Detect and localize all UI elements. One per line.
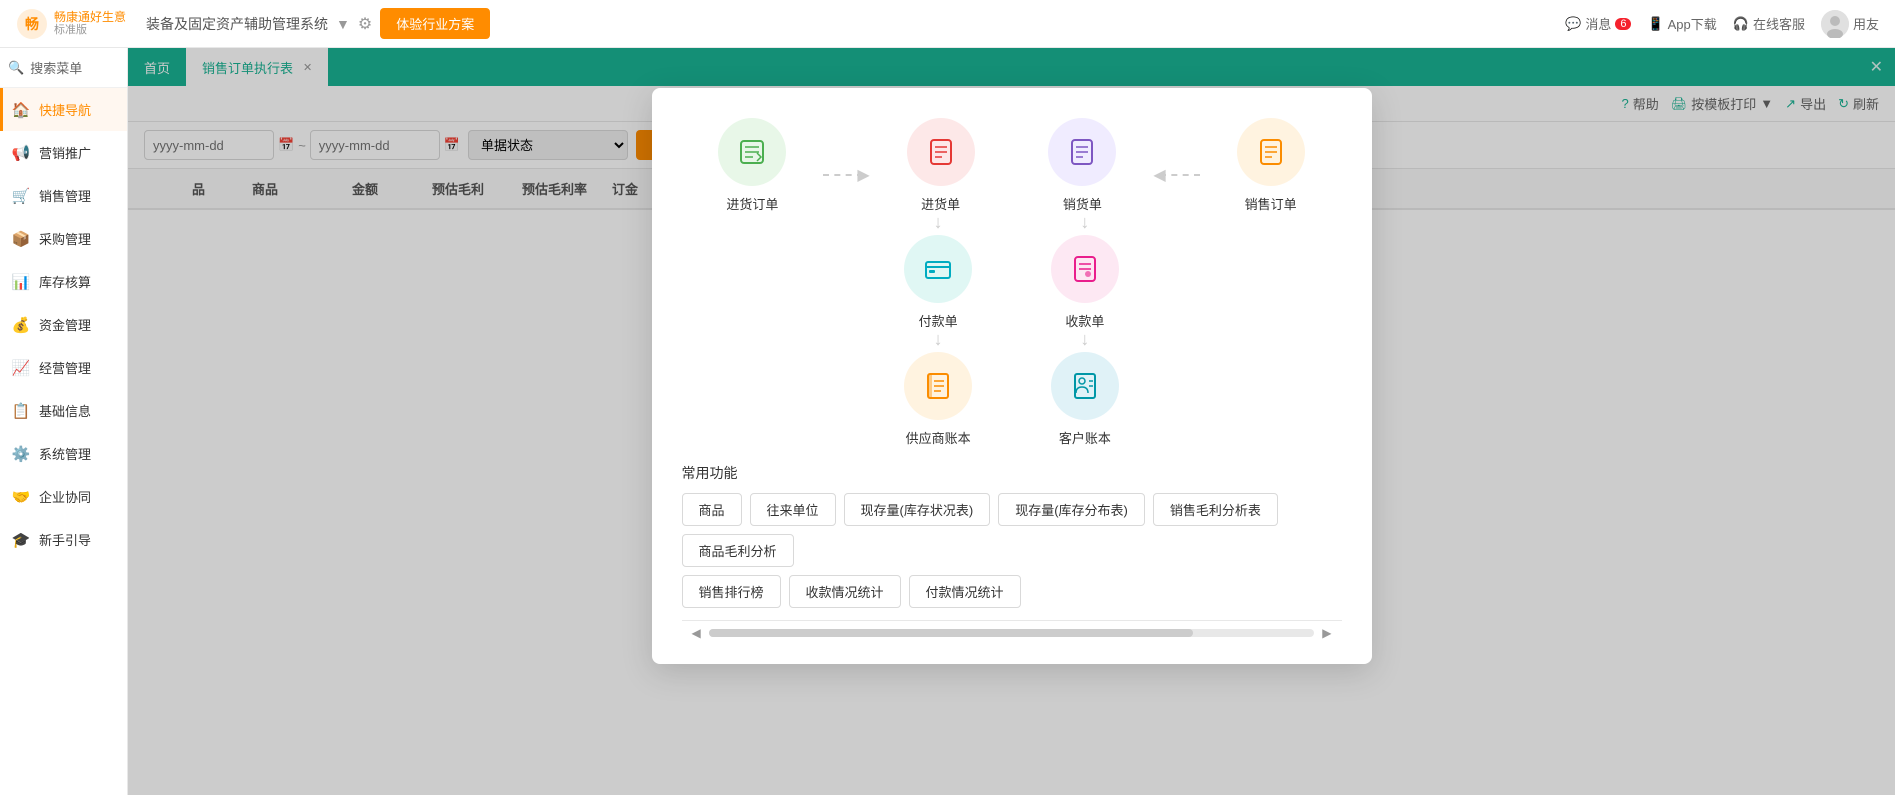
sidebar-item-system[interactable]: ⚙️ 系统管理 [0,432,127,475]
purchase-order-circle[interactable] [718,118,786,186]
search-icon: 🔍 [8,60,24,76]
app-download-btn[interactable]: 📱 App下载 [1647,14,1716,33]
func-btn-stock-status[interactable]: 现存量(库存状况表) [844,493,991,526]
sidebar: 🔍 搜索菜单 🏠 快捷导航 📢 营销推广 🛒 销售管理 📦 采购管理 📊 [0,48,128,795]
message-badge: 6 [1615,18,1631,30]
sidebar-item-inventory[interactable]: 📊 库存核算 [0,260,127,303]
sales-icon: 🛒 [11,187,31,205]
flow-overlay: 进货订单 ▶ 进货单 [128,48,1895,795]
purchase-bill-label: 进货单 [921,194,960,213]
sales-bill-label: 销货单 [1063,194,1102,213]
collab-icon: 🤝 [11,488,31,506]
app-icon: 📱 [1647,16,1663,32]
sidebar-item-collab[interactable]: 🤝 企业协同 [0,475,127,518]
app-wrapper: 畅 畅康通好生意 标准版 装备及固定资产辅助管理系统 ▼ ⚙ 体验行业方案 💬 … [0,0,1895,795]
function-buttons-grid2: 销售排行榜 收款情况统计 付款情况统计 [682,575,1342,608]
operation-icon: 📈 [11,359,31,377]
base-info-icon: 📋 [11,402,31,420]
receipt-bill-circle[interactable] [1051,235,1119,303]
func-btn-sales-rank[interactable]: 销售排行榜 [682,575,781,608]
sidebar-item-marketing[interactable]: 📢 营销推广 [0,131,127,174]
settings-gear-icon[interactable]: ⚙ [358,14,372,34]
dropdown-arrow-icon[interactable]: ▼ [336,16,350,32]
payment-bill-circle[interactable] [904,235,972,303]
message-btn[interactable]: 💬 消息 6 [1565,14,1631,33]
message-icon: 💬 [1565,16,1581,32]
scroll-left-btn[interactable]: ◀ [692,626,701,640]
content-area: 首页 销售订单执行表 ✕ ✕ ? 帮助 🖨 按模板打印 ▼ [128,48,1895,795]
function-buttons-grid: 商品 往来单位 现存量(库存状况表) 现存量(库存分布表) 销售毛利分析表 商品… [682,493,1342,567]
service-icon: 🎧 [1733,16,1749,32]
sidebar-item-operation[interactable]: 📈 经营管理 [0,346,127,389]
sidebar-item-guide[interactable]: 🎓 新手引导 [0,518,127,561]
func-btn-product[interactable]: 商品 [682,493,742,526]
purchase-order-label: 进货订单 [726,194,778,213]
func-btn-recv-stat[interactable]: 收款情况统计 [789,575,901,608]
home-icon: 🏠 [11,101,31,119]
scroll-indicator: ◀ ▶ [682,620,1342,644]
system-name: 装备及固定资产辅助管理系统 [146,14,328,34]
top-right: 💬 消息 6 📱 App下载 🎧 在线客服 用友 [1565,10,1879,38]
top-bar: 畅 畅康通好生意 标准版 装备及固定资产辅助管理系统 ▼ ⚙ 体验行业方案 💬 … [0,0,1895,48]
avatar [1821,10,1849,38]
common-functions-section: 常用功能 商品 往来单位 现存量(库存状况表) 现存量(库存分布表) 销售毛利分… [682,463,1342,608]
sidebar-item-sales[interactable]: 🛒 销售管理 [0,174,127,217]
logo-text: 畅康通好生意 标准版 [54,10,126,38]
logo-area: 畅 畅康通好生意 标准版 [16,8,126,40]
system-title-area: 装备及固定资产辅助管理系统 ▼ ⚙ 体验行业方案 [146,8,1565,39]
payment-bill-label: 付款单 [919,311,958,330]
scroll-track[interactable] [709,629,1315,637]
flow-popup: 进货订单 ▶ 进货单 [652,88,1372,664]
experience-btn[interactable]: 体验行业方案 [380,8,490,39]
supplier-ledger-circle[interactable] [904,352,972,420]
sidebar-item-purchase[interactable]: 📦 采购管理 [0,217,127,260]
inventory-icon: 📊 [11,273,31,291]
search-menu-btn[interactable]: 🔍 搜索菜单 [0,48,127,88]
func-btn-product-margin[interactable]: 商品毛利分析 [682,534,794,567]
guide-icon: 🎓 [11,531,31,549]
scroll-right-btn[interactable]: ▶ [1322,626,1331,640]
scroll-thumb[interactable] [709,629,1193,637]
func-btn-pay-stat[interactable]: 付款情况统计 [909,575,1021,608]
svg-text:畅: 畅 [25,16,39,32]
func-btn-stock-dist[interactable]: 现存量(库存分布表) [998,493,1145,526]
sidebar-item-finance[interactable]: 💰 资金管理 [0,303,127,346]
purchase-bill-circle[interactable] [907,118,975,186]
online-service-btn[interactable]: 🎧 在线客服 [1733,14,1805,33]
sidebar-item-quick-nav[interactable]: 🏠 快捷导航 [0,88,127,131]
logo-icon: 畅 [16,8,48,40]
main-area: 🔍 搜索菜单 🏠 快捷导航 📢 营销推广 🛒 销售管理 📦 采购管理 📊 [0,48,1895,795]
sales-order-label: 销售订单 [1245,194,1297,213]
func-btn-counterparty[interactable]: 往来单位 [750,493,836,526]
sales-bill-circle[interactable] [1048,118,1116,186]
marketing-icon: 📢 [11,144,31,162]
customer-ledger-label: 客户账本 [1059,428,1111,447]
user-menu[interactable]: 用友 [1821,10,1879,38]
sidebar-item-base-info[interactable]: 📋 基础信息 [0,389,127,432]
purchase-icon: 📦 [11,230,31,248]
system-icon: ⚙️ [11,445,31,463]
sales-order-circle[interactable] [1237,118,1305,186]
supplier-ledger-label: 供应商账本 [906,428,971,447]
common-functions-title: 常用功能 [682,463,1342,483]
receipt-bill-label: 收款单 [1065,311,1104,330]
finance-icon: 💰 [11,316,31,334]
customer-ledger-circle[interactable] [1051,352,1119,420]
func-btn-sales-margin[interactable]: 销售毛利分析表 [1153,493,1278,526]
